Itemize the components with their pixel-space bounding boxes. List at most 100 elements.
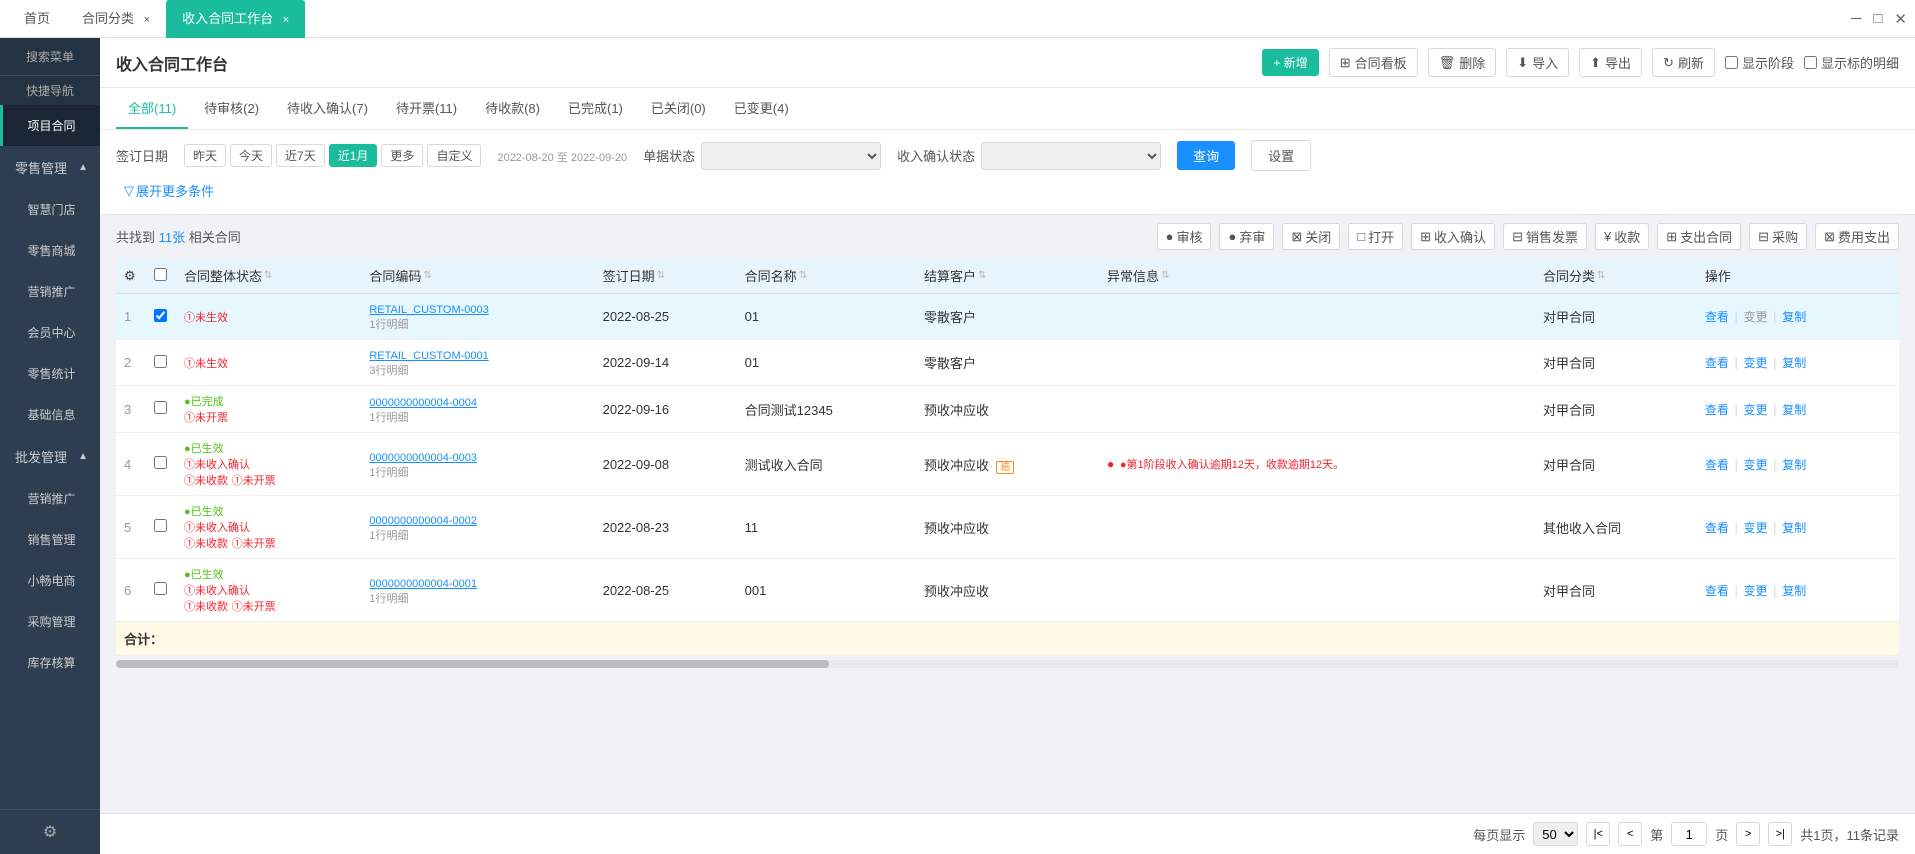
sidebar-item-ecommerce[interactable]: 小畅电商	[0, 560, 100, 601]
th-settings[interactable]: ⚙	[116, 258, 146, 294]
page-prev-button[interactable]: <	[1618, 822, 1642, 846]
sort-name-icon[interactable]: ⇅	[799, 270, 807, 281]
open-button[interactable]: □ 打开	[1348, 223, 1403, 250]
td-check-4[interactable]	[146, 433, 176, 496]
expand-filter-button[interactable]: ▽ 展开更多条件	[116, 177, 1899, 204]
sidebar-gear-icon[interactable]: ⚙	[0, 809, 100, 854]
tab-contract-category[interactable]: 合同分类 ×	[66, 0, 166, 38]
income-confirm-button[interactable]: ⊞ 收入确认	[1411, 223, 1495, 250]
page-first-button[interactable]: |<	[1586, 822, 1610, 846]
td-check-5[interactable]	[146, 496, 176, 559]
page-next-button[interactable]: >	[1736, 822, 1760, 846]
contract-link-1[interactable]: RETAIL_CUSTOM-0003	[369, 304, 488, 316]
show-detail-input[interactable]	[1804, 56, 1817, 69]
td-check-3[interactable]	[146, 386, 176, 433]
sidebar-search[interactable]: 搜索菜单	[0, 38, 100, 75]
select-all-checkbox[interactable]	[154, 268, 167, 281]
window-close-icon[interactable]: ✕	[1894, 10, 1907, 28]
sidebar-item-retail-stats[interactable]: 零售统计	[0, 353, 100, 394]
window-maximize-icon[interactable]: □	[1873, 10, 1882, 27]
sidebar-item-project-contract[interactable]: 项目合同	[0, 105, 100, 146]
sidebar-item-marketing[interactable]: 营销推广	[0, 271, 100, 312]
date-btn-7days[interactable]: 近7天	[276, 144, 325, 167]
td-check-2[interactable]	[146, 340, 176, 386]
tab-pending-review[interactable]: 待审核(2)	[192, 88, 271, 129]
copy-btn-3[interactable]: 复制	[1782, 403, 1806, 417]
edit-btn-3[interactable]: 变更	[1744, 403, 1768, 417]
view-btn-6[interactable]: 查看	[1705, 584, 1729, 598]
tab-changed[interactable]: 已变更(4)	[722, 88, 801, 129]
query-button[interactable]: 查询	[1177, 141, 1235, 170]
sidebar-item-retail-management[interactable]: 零售管理 ▲	[0, 146, 100, 189]
doc-status-select[interactable]	[701, 142, 881, 170]
page-number-input[interactable]: 1	[1671, 822, 1707, 846]
window-minimize-icon[interactable]: ─	[1851, 10, 1862, 27]
sidebar-item-purchase[interactable]: 采购管理	[0, 601, 100, 642]
edit-btn-5[interactable]: 变更	[1744, 521, 1768, 535]
row-checkbox-2[interactable]	[154, 355, 167, 368]
tab-pending-confirm[interactable]: 待收入确认(7)	[275, 88, 380, 129]
sort-customer-icon[interactable]: ⇅	[978, 270, 986, 281]
tab-close-contract-category[interactable]: ×	[144, 14, 150, 26]
sort-abnormal-icon[interactable]: ⇅	[1161, 270, 1169, 281]
row-checkbox-3[interactable]	[154, 401, 167, 414]
tab-home[interactable]: 首页	[8, 0, 66, 38]
contract-link-4[interactable]: 0000000000004-0003	[369, 452, 477, 464]
sidebar-item-wholesale[interactable]: 批发管理 ▲	[0, 435, 100, 478]
edit-btn-6[interactable]: 变更	[1744, 584, 1768, 598]
tab-pending-invoice[interactable]: 待开票(11)	[384, 88, 469, 129]
date-btn-more[interactable]: 更多	[381, 144, 423, 167]
td-check-1[interactable]	[146, 294, 176, 340]
refresh-button[interactable]: ↻ 刷新	[1652, 48, 1715, 77]
edit-btn-4[interactable]: 变更	[1744, 458, 1768, 472]
abandon-review-button[interactable]: ● 弃审	[1219, 223, 1274, 250]
date-btn-custom[interactable]: 自定义	[427, 144, 481, 167]
show-detail-checkbox[interactable]: 显示标的明细	[1804, 53, 1899, 72]
board-button[interactable]: ⊞ 合同看板	[1329, 48, 1418, 77]
sidebar-quick-nav[interactable]: 快捷导航	[0, 75, 100, 105]
edit-btn-1[interactable]: 变更	[1744, 310, 1768, 324]
sidebar-item-retail-mall[interactable]: 零售商城	[0, 230, 100, 271]
page-last-button[interactable]: >|	[1768, 822, 1792, 846]
edit-btn-2[interactable]: 变更	[1744, 356, 1768, 370]
sidebar-item-marketing2[interactable]: 营销推广	[0, 478, 100, 519]
row-checkbox-6[interactable]	[154, 582, 167, 595]
sort-date-icon[interactable]: ⇅	[657, 270, 665, 281]
sales-invoice-button[interactable]: ⊟ 销售发票	[1503, 223, 1587, 250]
setting-button[interactable]: 设置	[1251, 140, 1311, 171]
tab-completed[interactable]: 已完成(1)	[556, 88, 635, 129]
sidebar-item-member-center[interactable]: 会员中心	[0, 312, 100, 353]
row-checkbox-4[interactable]	[154, 456, 167, 469]
show-stage-checkbox[interactable]: 显示阶段	[1725, 53, 1794, 72]
view-btn-5[interactable]: 查看	[1705, 521, 1729, 535]
date-btn-today[interactable]: 今天	[230, 144, 272, 167]
copy-btn-5[interactable]: 复制	[1782, 521, 1806, 535]
show-stage-input[interactable]	[1725, 56, 1738, 69]
td-check-6[interactable]	[146, 559, 176, 622]
delete-button[interactable]: 🗑 删除	[1428, 48, 1497, 77]
tab-close-income-contract[interactable]: ×	[283, 14, 289, 26]
page-size-select[interactable]: 50	[1533, 822, 1578, 846]
sort-status-icon[interactable]: ⇅	[264, 270, 272, 281]
view-btn-1[interactable]: 查看	[1705, 310, 1729, 324]
payment-button[interactable]: ¥ 收款	[1595, 223, 1649, 250]
export-button[interactable]: ⬆ 导出	[1579, 48, 1642, 77]
tab-all[interactable]: 全部(11)	[116, 88, 188, 129]
view-btn-4[interactable]: 查看	[1705, 458, 1729, 472]
contract-link-3[interactable]: 0000000000004-0004	[369, 397, 477, 409]
expense-button[interactable]: ⊠ 费用支出	[1815, 223, 1899, 250]
copy-btn-2[interactable]: 复制	[1782, 356, 1806, 370]
sort-code-icon[interactable]: ⇅	[423, 270, 431, 281]
contract-link-5[interactable]: 0000000000004-0002	[369, 515, 477, 527]
sort-category-icon[interactable]: ⇅	[1597, 270, 1605, 281]
date-btn-1month[interactable]: 近1月	[329, 144, 378, 167]
purchase-button[interactable]: ⊟ 采购	[1749, 223, 1807, 250]
tab-closed[interactable]: 已关闭(0)	[639, 88, 718, 129]
import-button[interactable]: ⬇ 导入	[1506, 48, 1569, 77]
copy-btn-6[interactable]: 复制	[1782, 584, 1806, 598]
scrollbar-thumb[interactable]	[116, 660, 829, 668]
tab-pending-payment[interactable]: 待收款(8)	[473, 88, 552, 129]
view-btn-3[interactable]: 查看	[1705, 403, 1729, 417]
view-btn-2[interactable]: 查看	[1705, 356, 1729, 370]
tab-income-contract[interactable]: 收入合同工作台 ×	[166, 0, 305, 38]
